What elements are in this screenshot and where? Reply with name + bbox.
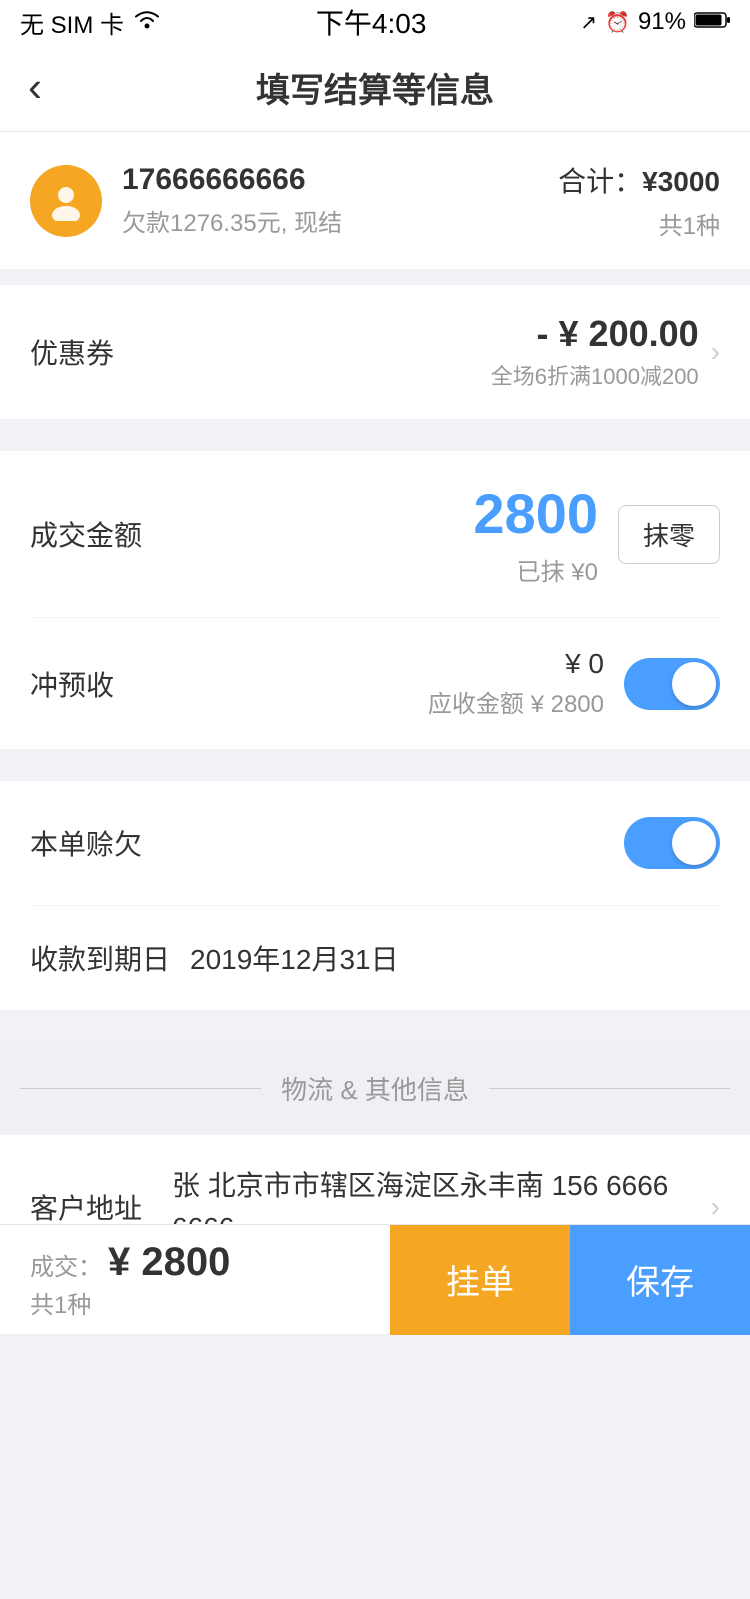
address-label: 客户地址: [30, 1187, 142, 1227]
gps-icon: ↗: [580, 10, 597, 35]
wifi-icon: [132, 8, 162, 36]
advance-sub: 应收金额 ¥ 2800: [428, 684, 604, 719]
logistics-text: 物流 & 其他信息: [281, 1070, 469, 1107]
customer-info: 17666666666 欠款1276.35元, 现结: [122, 163, 342, 238]
deal-section: 成交金额 2800 已抹 ¥0 抹零 冲预收 ¥ 0 应收金额 ¥ 2800: [0, 451, 750, 749]
bottom-amount: ¥ 2800: [108, 1240, 230, 1285]
logistics-header: 物流 & 其他信息: [0, 1042, 750, 1135]
advance-right: ¥ 0 应收金额 ¥ 2800: [428, 648, 720, 719]
customer-debt: 欠款1276.35元, 现结: [122, 203, 342, 238]
battery-text: 91%: [638, 8, 686, 36]
hang-button[interactable]: 挂单: [390, 1225, 570, 1335]
customer-count: 共1种: [558, 206, 720, 241]
deal-number: 2800: [473, 481, 598, 546]
coupon-label: 优惠券: [30, 332, 114, 372]
bottom-deal-row: 成交： ¥ 2800: [30, 1240, 360, 1285]
section-divider-3: [0, 1010, 750, 1026]
advance-payment-label: 冲预收: [30, 664, 114, 704]
address-chevron-icon: ›: [711, 1191, 720, 1223]
this-order-debt-toggle[interactable]: [624, 817, 720, 869]
back-button[interactable]: ‹: [28, 66, 42, 110]
section-divider-2: [0, 749, 750, 765]
battery-icon: [694, 8, 730, 36]
customer-phone: 17666666666: [122, 163, 342, 197]
deal-amount-col: 2800 已抹 ¥0: [473, 481, 598, 587]
advance-amount: ¥ 0: [428, 648, 604, 680]
status-bar: 无 SIM 卡 下午4:03 ↗ ⏰ 91%: [0, 0, 750, 44]
chevron-right-icon: ›: [711, 336, 720, 368]
save-button[interactable]: 保存: [570, 1225, 750, 1335]
nav-bar: ‹ 填写结算等信息: [0, 44, 750, 132]
round-button[interactable]: 抹零: [618, 505, 720, 564]
debt-section: 本单赊欠 收款到期日 2019年12月31日: [0, 781, 750, 1010]
coupon-description: 全场6折满1000减200: [491, 359, 699, 391]
coupon-row[interactable]: 优惠券 - ¥ 200.00 全场6折满1000减200 ›: [0, 285, 750, 419]
this-order-debt-label: 本单赊欠: [30, 823, 142, 863]
status-left: 无 SIM 卡: [20, 5, 162, 40]
bottom-bar: 成交： ¥ 2800 共1种 挂单 保存: [0, 1224, 750, 1334]
customer-info-left: 17666666666 欠款1276.35元, 现结: [30, 163, 342, 238]
this-order-debt-row: 本单赊欠: [30, 781, 720, 906]
avatar: [30, 165, 102, 237]
due-date-value: 2019年12月31日: [190, 938, 399, 978]
advance-payment-row: 冲预收 ¥ 0 应收金额 ¥ 2800: [30, 618, 720, 749]
due-date-label: 收款到期日: [30, 938, 170, 978]
coupon-right: - ¥ 200.00 全场6折满1000减200 ›: [491, 313, 720, 391]
section-divider-1: [0, 435, 750, 451]
logistics-line-right: [489, 1088, 730, 1089]
bottom-deal-label: 成交：: [30, 1247, 102, 1282]
advance-amount-col: ¥ 0 应收金额 ¥ 2800: [428, 648, 604, 719]
sim-text: 无 SIM 卡: [20, 5, 124, 40]
logistics-line-left: [20, 1088, 261, 1089]
customer-card: 17666666666 欠款1276.35元, 现结 合计：¥3000 共1种: [0, 132, 750, 269]
status-right: ↗ ⏰ 91%: [580, 8, 730, 36]
customer-right: 合计：¥3000 共1种: [558, 160, 720, 241]
deal-amount-right: 2800 已抹 ¥0 抹零: [473, 481, 720, 587]
status-time: 下午4:03: [316, 2, 427, 42]
alarm-icon: ⏰: [605, 10, 630, 35]
coupon-info: - ¥ 200.00 全场6折满1000减200: [491, 313, 699, 391]
deal-sub: 已抹 ¥0: [473, 552, 598, 587]
bottom-info: 成交： ¥ 2800 共1种: [0, 1240, 390, 1320]
due-date-row: 收款到期日 2019年12月31日: [30, 906, 720, 1010]
advance-payment-toggle[interactable]: [624, 658, 720, 710]
content-area: 17666666666 欠款1276.35元, 现结 合计：¥3000 共1种 …: [0, 132, 750, 1599]
bottom-count: 共1种: [30, 1285, 360, 1320]
customer-total: 合计：¥3000: [558, 160, 720, 200]
deal-amount-label: 成交金额: [30, 514, 142, 554]
coupon-discount: - ¥ 200.00: [491, 313, 699, 355]
page-title: 填写结算等信息: [256, 63, 494, 112]
deal-amount-row: 成交金额 2800 已抹 ¥0 抹零: [30, 451, 720, 618]
